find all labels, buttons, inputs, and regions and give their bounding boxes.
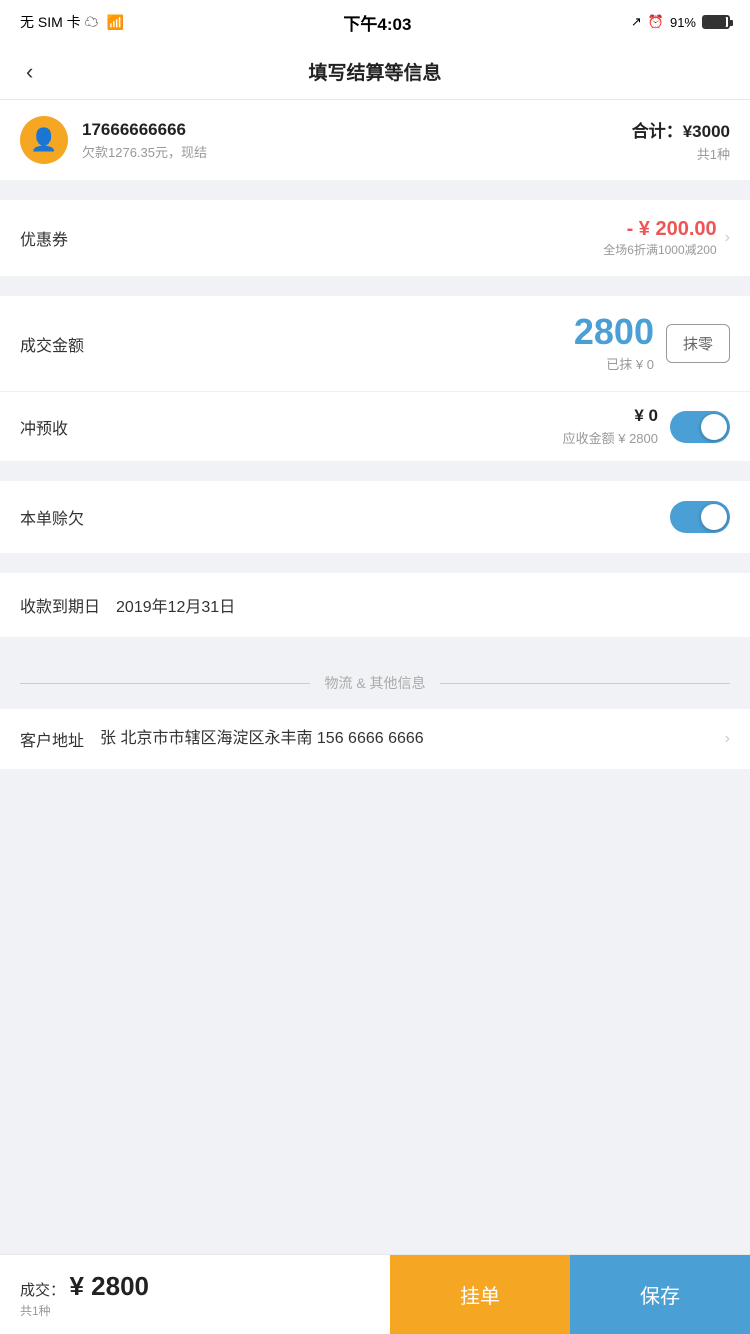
status-left: 无 SIM 卡 ☁ 📶: [20, 12, 124, 32]
coupon-sub: 全场6折满1000减200: [603, 241, 716, 258]
nav-header: ‹ 填写结算等信息: [0, 44, 750, 100]
due-date-section: 收款到期日 2019年12月31日: [0, 573, 750, 637]
gray-area: [0, 779, 750, 919]
total-sub: 共1种: [632, 144, 730, 163]
pre-values: ¥ 0 应收金额 ¥ 2800: [563, 406, 658, 447]
debt-toggle[interactable]: [670, 501, 730, 533]
total-amount: 合计：¥3000: [632, 117, 730, 142]
address-section[interactable]: 客户地址 张 北京市市辖区海淀区永丰南 156 6666 6666 ›: [0, 709, 750, 769]
divider-5: [0, 647, 750, 657]
clock-icon: ⏰: [648, 14, 664, 30]
back-button[interactable]: ‹: [18, 51, 41, 93]
logistics-title: 物流 & 其他信息: [324, 673, 425, 693]
pre-amount: ¥ 0: [563, 406, 658, 426]
address-value: 张 北京市市辖区海淀区永丰南 156 6666 6666: [100, 727, 709, 751]
avatar: 👤: [20, 116, 68, 164]
divider-1: [0, 190, 750, 200]
amount-section: 成交金额 2800 已抹 ¥ 0 抹零 冲预收 ¥ 0 应收金额 ¥ 2800: [0, 296, 750, 461]
amount-row: 成交金额 2800 已抹 ¥ 0 抹零: [0, 296, 750, 391]
battery-label: 91%: [670, 15, 696, 30]
customer-row: 👤 17666666666 欠款1276.35元，现结 合计：¥3000 共1种: [0, 100, 750, 180]
customer-total: 合计：¥3000 共1种: [632, 117, 730, 163]
bottom-total-row: 成交： ¥ 2800: [20, 1271, 370, 1302]
pre-collection-toggle[interactable]: [670, 411, 730, 443]
round-button[interactable]: 抹零: [666, 324, 730, 363]
address-row: 客户地址 张 北京市市辖区海淀区永丰南 156 6666 6666 ›: [0, 709, 750, 769]
bottom-buttons: 挂单 保存: [390, 1255, 750, 1334]
due-date-label: 收款到期日: [20, 593, 100, 617]
divider-4: [0, 563, 750, 573]
customer-sub: 欠款1276.35元，现结: [82, 142, 632, 161]
coupon-row[interactable]: 优惠券 - ¥ 200.00 全场6折满1000减200 ›: [0, 200, 750, 276]
status-bar: 无 SIM 卡 ☁ 📶 下午4:03 ↗ ⏰ 91%: [0, 0, 750, 44]
location-icon: ↗: [631, 14, 642, 30]
bottom-bar: 成交： ¥ 2800 共1种 挂单 保存: [0, 1254, 750, 1334]
coupon-label: 优惠券: [20, 226, 68, 250]
avatar-icon: 👤: [30, 127, 57, 153]
due-date-value: 2019年12月31日: [116, 593, 235, 617]
divider-2: [0, 286, 750, 296]
debt-label: 本单赊欠: [20, 505, 84, 529]
pre-right: ¥ 0 应收金额 ¥ 2800: [563, 406, 730, 447]
bottom-spacer: [0, 919, 750, 999]
page-title: 填写结算等信息: [308, 58, 441, 85]
sim-label: 无 SIM 卡 ☁: [20, 12, 99, 32]
amount-sub: 已抹 ¥ 0: [574, 354, 654, 373]
amount-right: 2800 已抹 ¥ 0 抹零: [574, 314, 730, 373]
bottom-total-label: 成交：: [20, 1282, 65, 1299]
pre-collection-row: 冲预收 ¥ 0 应收金额 ¥ 2800: [0, 391, 750, 461]
status-time: 下午4:03: [343, 10, 411, 35]
total-label: 合计：: [632, 122, 683, 141]
pre-collection-label: 冲预收: [20, 415, 68, 439]
divider-line-right: [440, 683, 730, 684]
pre-sub: 应收金额 ¥ 2800: [563, 428, 658, 447]
status-right: ↗ ⏰ 91%: [631, 14, 730, 30]
coupon-discount: - ¥ 200.00: [603, 218, 716, 241]
logistics-header: 物流 & 其他信息: [0, 657, 750, 709]
debt-section: 本单赊欠: [0, 481, 750, 553]
divider-3: [0, 471, 750, 481]
pending-button[interactable]: 挂单: [390, 1255, 570, 1334]
amount-label: 成交金额: [20, 332, 84, 356]
customer-info: 17666666666 欠款1276.35元，现结: [82, 120, 632, 161]
customer-phone: 17666666666: [82, 120, 632, 140]
save-button[interactable]: 保存: [570, 1255, 750, 1334]
amount-value: 2800: [574, 314, 654, 350]
bottom-sub: 共1种: [20, 1302, 370, 1319]
coupon-right: - ¥ 200.00 全场6折满1000减200 ›: [603, 218, 730, 258]
address-label: 客户地址: [20, 727, 84, 751]
bottom-total-amount: ¥ 2800: [69, 1271, 149, 1301]
wifi-icon: 📶: [107, 14, 124, 31]
divider-line-left: [20, 683, 310, 684]
coupon-chevron-icon: ›: [725, 229, 730, 247]
battery-indicator: [702, 15, 730, 29]
bottom-info: 成交： ¥ 2800 共1种: [0, 1271, 390, 1319]
address-chevron-icon: ›: [725, 730, 730, 748]
